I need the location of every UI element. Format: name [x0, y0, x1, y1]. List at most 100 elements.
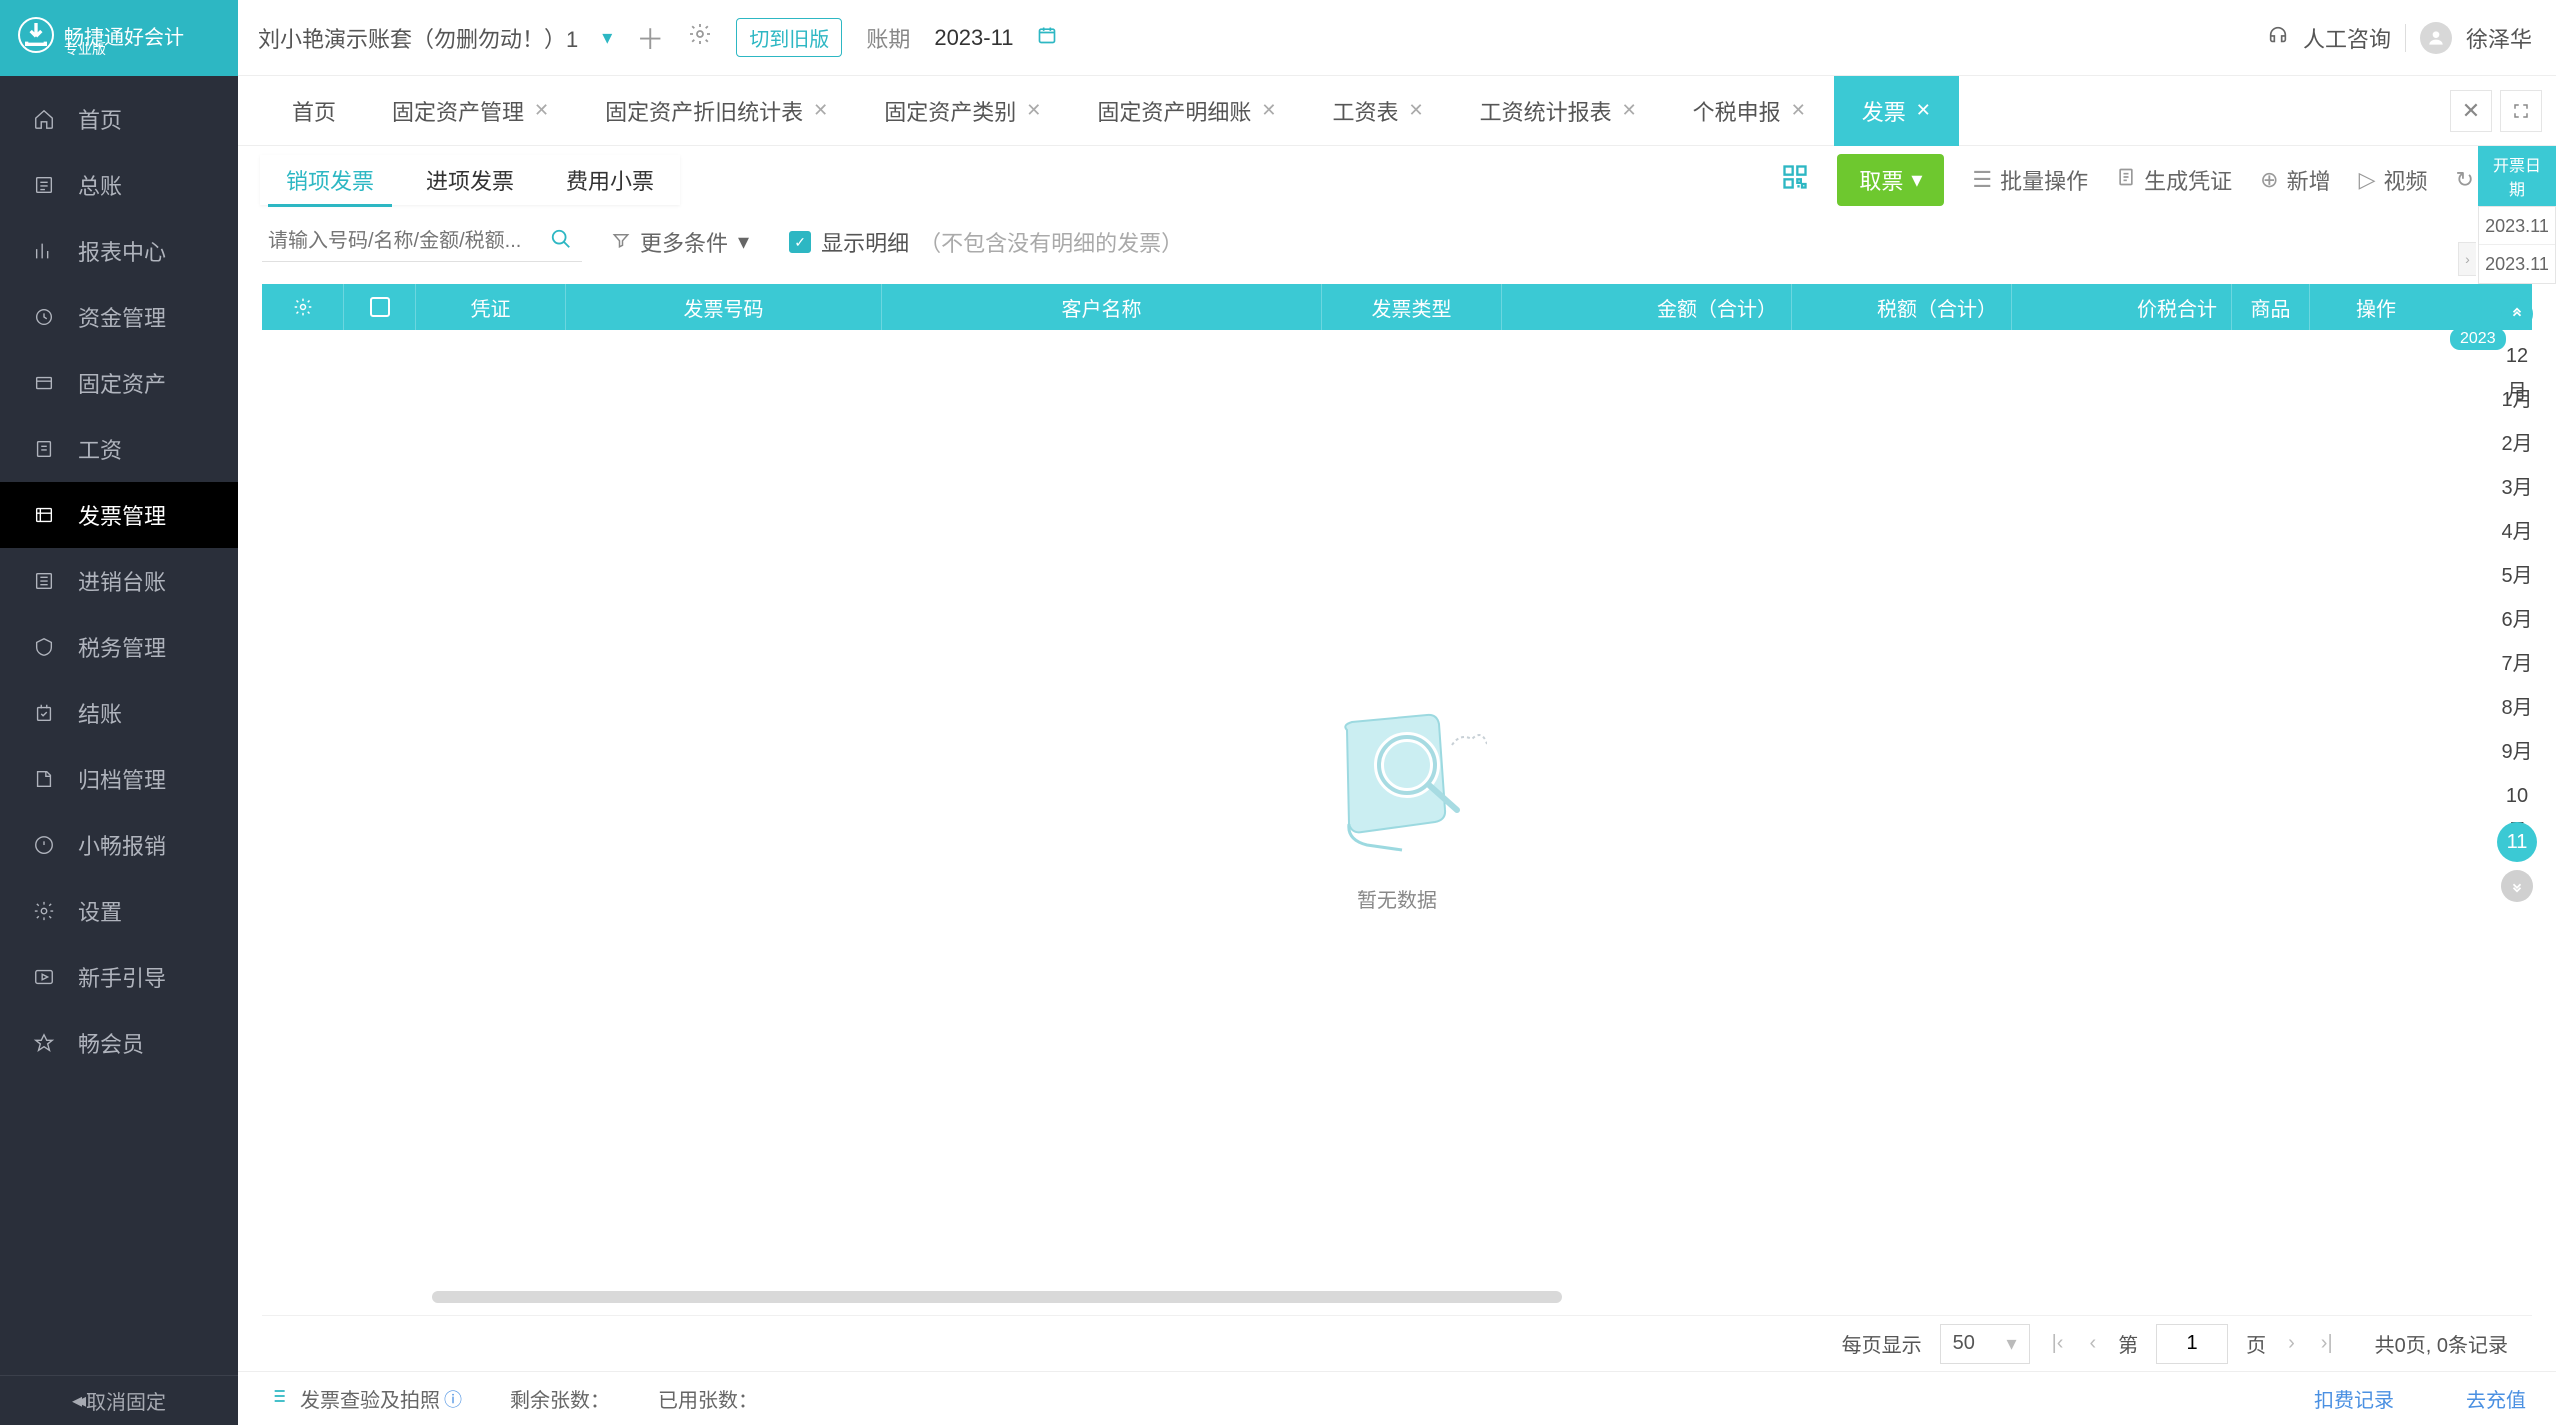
sidebar-pin-toggle[interactable]: ◂◂ 取消固定	[0, 1375, 238, 1425]
page-suffix: 页	[2246, 1329, 2266, 1358]
tab[interactable]: 个税申报✕	[1665, 76, 1834, 146]
tab[interactable]: 固定资产类别✕	[856, 76, 1069, 146]
last-page-button[interactable]: ›|	[2317, 1332, 2337, 1355]
close-icon[interactable]: ✕	[534, 100, 549, 121]
nav-item[interactable]: 归档管理	[0, 746, 238, 812]
close-icon[interactable]: ✕	[1916, 100, 1931, 121]
gear-icon[interactable]	[688, 22, 712, 53]
col-total[interactable]: 价税合计	[2012, 284, 2232, 330]
month-option[interactable]: 5月	[2497, 558, 2537, 594]
year-range-box[interactable]: 2023.11 2023.11	[2478, 206, 2556, 284]
tab[interactable]: 固定资产明细账✕	[1069, 76, 1304, 146]
close-all-tabs-button[interactable]: ✕	[2450, 90, 2492, 132]
month-option[interactable]: 2月	[2497, 426, 2537, 462]
first-page-button[interactable]: |‹	[2048, 1332, 2068, 1355]
check-scan-link[interactable]: 发票查验及拍照	[300, 1384, 440, 1413]
qrcode-icon[interactable]	[1781, 163, 1809, 198]
month-option[interactable]: 6月	[2497, 602, 2537, 638]
recharge-link[interactable]: 去充值	[2466, 1384, 2526, 1413]
gen-voucher-button[interactable]: 生成凭证	[2116, 164, 2232, 196]
close-icon[interactable]: ✕	[1261, 100, 1276, 121]
month-option[interactable]: 11月	[2497, 822, 2537, 862]
search-icon[interactable]	[550, 228, 572, 257]
col-tax[interactable]: 税额（合计）	[1792, 284, 2012, 330]
avatar[interactable]	[2420, 22, 2452, 54]
nav-item[interactable]: 小畅报销	[0, 812, 238, 878]
nav-item[interactable]: 固定资产	[0, 350, 238, 416]
col-invoice-code[interactable]: 发票号码	[566, 284, 882, 330]
col-voucher[interactable]: 凭证	[416, 284, 566, 330]
search-input[interactable]	[262, 222, 582, 262]
col-settings[interactable]	[262, 284, 344, 330]
nav-item[interactable]: 首页	[0, 86, 238, 152]
video-button[interactable]: ▷ 视频	[2359, 164, 2428, 196]
month-option[interactable]: 8月	[2497, 690, 2537, 726]
deduct-log-link[interactable]: 扣费记录	[2314, 1384, 2394, 1413]
nav-item[interactable]: 畅会员	[0, 1010, 238, 1076]
show-detail-toggle[interactable]: ✓ 显示明细 （不包含没有明细的发票）	[789, 226, 1183, 258]
calendar-icon[interactable]	[1037, 25, 1057, 51]
more-filter-button[interactable]: 更多条件 ▾	[612, 226, 749, 258]
info-icon[interactable]: ⓘ	[444, 1386, 462, 1412]
switch-old-button[interactable]: 切到旧版	[736, 18, 842, 57]
month-option[interactable]: 7月	[2497, 646, 2537, 682]
col-amount[interactable]: 金额（合计）	[1502, 284, 1792, 330]
nav-item[interactable]: 总账	[0, 152, 238, 218]
col-invoice-type[interactable]: 发票类型	[1322, 284, 1502, 330]
batch-button[interactable]: ☰ 批量操作	[1972, 164, 2088, 196]
scroll-down-button[interactable]	[2501, 870, 2533, 902]
close-icon[interactable]: ✕	[1622, 100, 1637, 121]
scroll-up-button[interactable]	[2501, 298, 2533, 330]
month-option[interactable]: 1月	[2497, 382, 2537, 418]
fullscreen-button[interactable]	[2500, 90, 2542, 132]
close-icon[interactable]: ✕	[1791, 100, 1806, 121]
page-input[interactable]	[2156, 1324, 2228, 1364]
month-option[interactable]: 9月	[2497, 734, 2537, 770]
nav-icon	[32, 107, 56, 131]
nav-item[interactable]: 设置	[0, 878, 238, 944]
nav-item[interactable]: 报表中心	[0, 218, 238, 284]
user-name[interactable]: 徐泽华	[2466, 22, 2532, 54]
nav-item[interactable]: 结账	[0, 680, 238, 746]
add-account-icon[interactable]: ＋	[636, 18, 664, 58]
page-size-select[interactable]: 50 ▾	[1940, 1324, 2030, 1364]
tab[interactable]: 首页	[264, 76, 364, 146]
tab[interactable]: 发票✕	[1834, 76, 1959, 146]
get-invoice-button[interactable]: 取票 ▾	[1837, 154, 1944, 206]
tab[interactable]: 固定资产管理✕	[364, 76, 577, 146]
next-page-button[interactable]: ›	[2284, 1332, 2299, 1355]
sub-tab[interactable]: 进项发票	[400, 155, 540, 205]
refresh-icon: ↻	[2456, 167, 2474, 193]
month-option[interactable]: 3月	[2497, 470, 2537, 506]
account-selector[interactable]: 刘小艳演示账套（勿删勿动！）1 ▾ ＋ 切到旧版 账期 2023-11	[258, 18, 1057, 58]
nav-item[interactable]: 进销台账	[0, 548, 238, 614]
search-row: 更多条件 ▾ ✓ 显示明细 （不包含没有明细的发票）	[238, 214, 2556, 270]
close-icon[interactable]: ✕	[813, 100, 828, 121]
col-customer[interactable]: 客户名称	[882, 284, 1322, 330]
nav-item[interactable]: 税务管理	[0, 614, 238, 680]
nav-item[interactable]: 资金管理	[0, 284, 238, 350]
col-goods[interactable]: 商品	[2232, 284, 2310, 330]
add-button[interactable]: ⊕ 新增	[2260, 164, 2330, 196]
col-op[interactable]: 操作	[2310, 284, 2442, 330]
close-icon[interactable]: ✕	[1408, 100, 1423, 121]
nav-icon	[32, 569, 56, 593]
sub-tab[interactable]: 费用小票	[540, 155, 680, 205]
ai-consult-link[interactable]: 人工咨询	[2303, 22, 2391, 54]
nav-item[interactable]: 新手引导	[0, 944, 238, 1010]
sub-tab-label: 费用小票	[566, 164, 654, 196]
scrollbar-thumb[interactable]	[432, 1291, 1562, 1303]
tab[interactable]: 工资统计报表✕	[1452, 76, 1665, 146]
nav-item[interactable]: 发票管理	[0, 482, 238, 548]
tab[interactable]: 固定资产折旧统计表✕	[577, 76, 856, 146]
sub-tab[interactable]: 销项发票	[260, 155, 400, 205]
horizontal-scrollbar[interactable]	[262, 1291, 2532, 1307]
nav-item[interactable]: 工资	[0, 416, 238, 482]
tab[interactable]: 工资表✕	[1304, 76, 1451, 146]
close-icon[interactable]: ✕	[1026, 100, 1041, 121]
panel-collapse-button[interactable]: ›	[2458, 242, 2476, 276]
prev-page-button[interactable]: ‹	[2085, 1332, 2100, 1355]
col-checkbox[interactable]	[344, 284, 416, 330]
month-option[interactable]: 4月	[2497, 514, 2537, 550]
month-option[interactable]: 10月	[2497, 778, 2537, 814]
